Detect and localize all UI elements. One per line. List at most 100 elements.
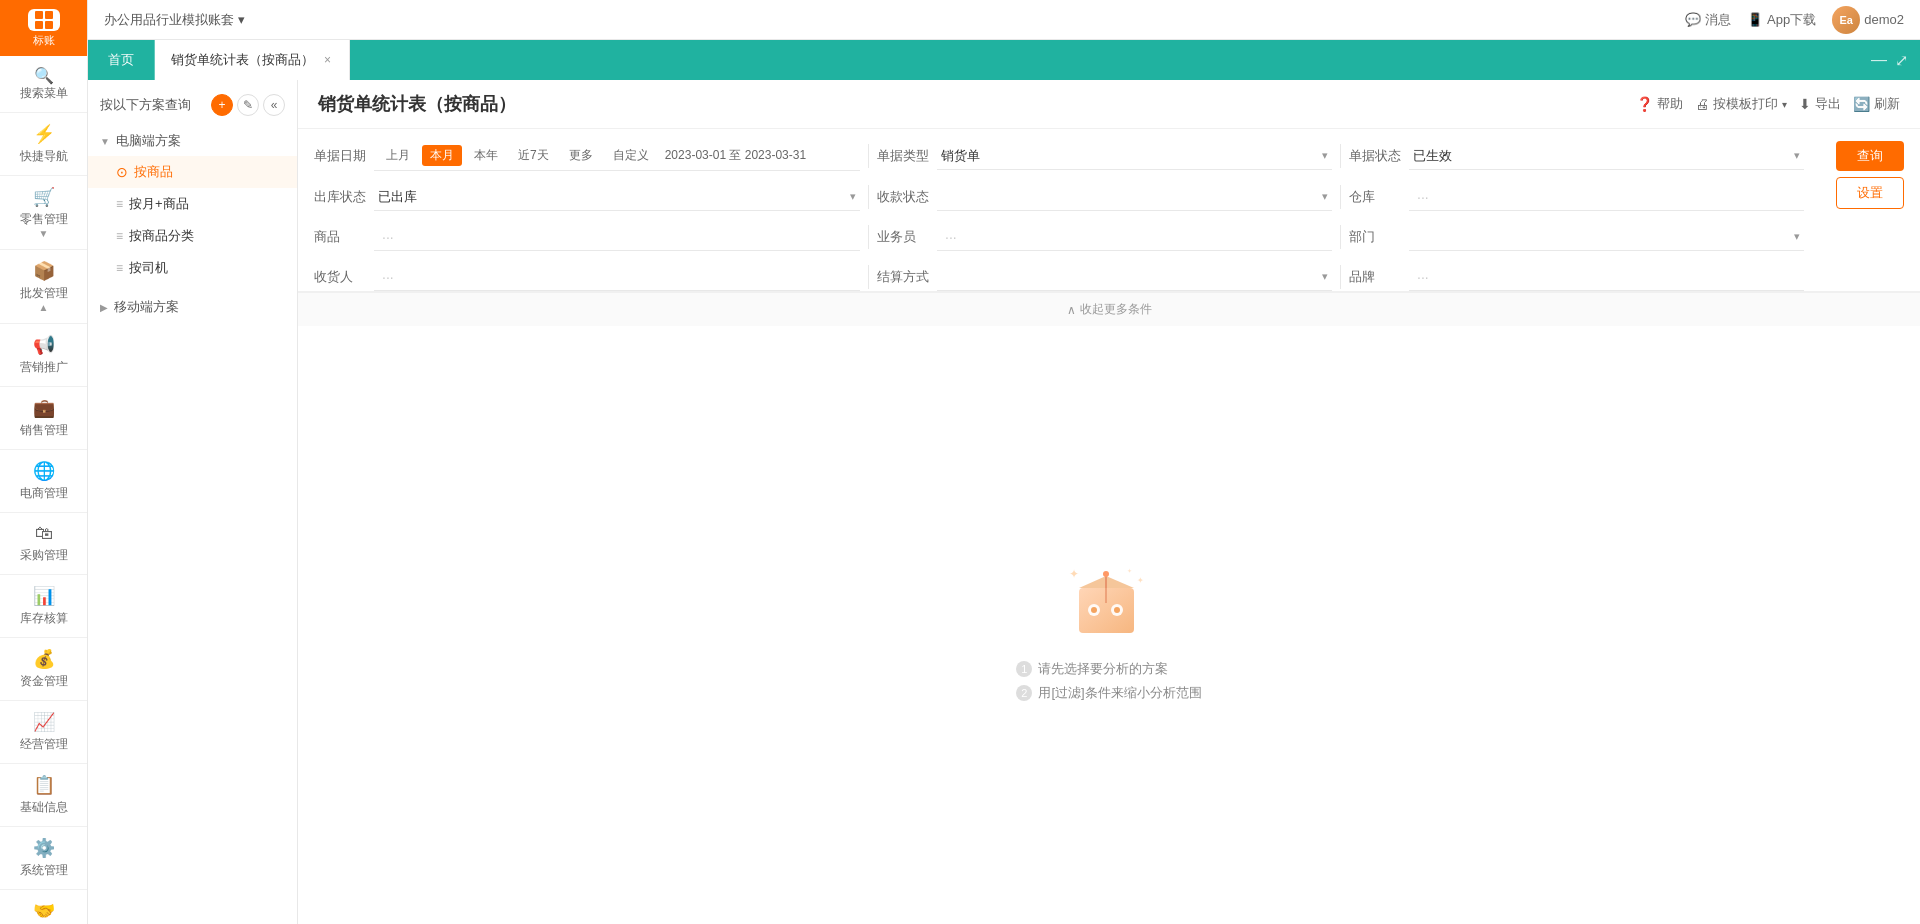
- receiver-dots-icon[interactable]: ···: [382, 269, 394, 285]
- quicknav-icon: ⚡: [33, 123, 55, 145]
- sidebar-item-ecom[interactable]: 🌐 电商管理: [0, 450, 87, 513]
- sidebar-item-operations[interactable]: 📈 经营管理: [0, 701, 87, 764]
- help-btn[interactable]: ❓ 帮助: [1636, 95, 1683, 113]
- doc-status-filter-cell: 单据状态 已生效 ▾: [1349, 142, 1804, 170]
- filter-row-1: 单据日期 上月 本月 本年 近7天 更多 自定义 2023-03-01 至 20…: [314, 141, 1804, 171]
- department-select[interactable]: ▾: [1409, 223, 1804, 251]
- collapse-bar[interactable]: ∧ 收起更多条件: [298, 292, 1920, 326]
- username-label: demo2: [1864, 12, 1904, 27]
- messages-label: 消息: [1705, 11, 1731, 29]
- warehouse-value-field[interactable]: ···: [1409, 183, 1804, 211]
- svg-point-8: [1114, 607, 1120, 613]
- svg-text:✦: ✦: [1069, 567, 1079, 581]
- date-btn-more[interactable]: 更多: [561, 145, 601, 166]
- sidebar-operations-label: 经营管理: [20, 736, 68, 753]
- sidebar-item-basic[interactable]: 📋 基础信息: [0, 764, 87, 827]
- tip-text-1: 请先选择要分析的方案: [1038, 660, 1168, 678]
- brand-value-field[interactable]: ···: [1409, 263, 1804, 291]
- pc-section-arrow-icon: ▼: [100, 136, 110, 147]
- print-chevron-icon: ▾: [1782, 99, 1787, 110]
- export-label: 导出: [1815, 95, 1841, 113]
- brand-label: 品牌: [1349, 268, 1409, 286]
- logo-text: 标账: [33, 33, 55, 48]
- operations-icon: 📈: [33, 711, 55, 733]
- print-label: 按模板打印: [1713, 95, 1778, 113]
- panel-edit-btn[interactable]: ✎: [237, 94, 259, 116]
- sidebar-sales-label: 销售管理: [20, 422, 68, 439]
- tab-fullscreen-btn[interactable]: ⤢: [1895, 51, 1908, 70]
- sidebar-item-system[interactable]: ⚙️ 系统管理: [0, 827, 87, 890]
- template-selector[interactable]: 办公用品行业模拟账套 ▾: [104, 11, 245, 29]
- payment-status-select[interactable]: ▾: [937, 183, 1332, 211]
- export-icon: ⬇: [1799, 96, 1811, 112]
- doc-type-select[interactable]: 销货单 ▾: [937, 142, 1332, 170]
- help-label: 帮助: [1657, 95, 1683, 113]
- date-btn-thismonth[interactable]: 本月: [422, 145, 462, 166]
- settings-button[interactable]: 设置: [1836, 177, 1904, 209]
- sidebar-basic-label: 基础信息: [20, 799, 68, 816]
- date-btn-lastmonth[interactable]: 上月: [378, 145, 418, 166]
- panel-add-btn[interactable]: +: [211, 94, 233, 116]
- wholesale-arrow: ▲: [39, 302, 49, 313]
- tab-current[interactable]: 销货单统计表（按商品） ×: [155, 40, 350, 80]
- sidebar-item-sales[interactable]: 💼 销售管理: [0, 387, 87, 450]
- export-btn[interactable]: ⬇ 导出: [1799, 95, 1841, 113]
- panel-item-by-month-product[interactable]: ≡ 按月+商品: [88, 188, 297, 220]
- panel-item-by-category[interactable]: ≡ 按商品分类: [88, 220, 297, 252]
- panel-item-by-driver[interactable]: ≡ 按司机: [88, 252, 297, 284]
- empty-tip-2: 2 用[过滤]条件来缩小分析范围: [1016, 684, 1201, 702]
- empty-illustration: ✦ ✦ ✦: [1059, 548, 1159, 648]
- mobile-section: ▶ 移动端方案: [88, 288, 297, 326]
- salesperson-label: 业务员: [877, 228, 937, 246]
- product-dots-icon[interactable]: ···: [382, 229, 394, 245]
- messages-btn[interactable]: 💬 消息: [1685, 11, 1731, 29]
- date-btn-thisyear[interactable]: 本年: [466, 145, 506, 166]
- out-status-select[interactable]: 已出库 ▾: [374, 183, 860, 211]
- warehouse-dots-icon[interactable]: ···: [1417, 189, 1429, 205]
- tip-text-2: 用[过滤]条件来缩小分析范围: [1038, 684, 1201, 702]
- sidebar-retail-label: 零售管理: [20, 211, 68, 228]
- sidebar-item-quicknav[interactable]: ⚡ 快捷导航: [0, 113, 87, 176]
- sidebar-item-marketing[interactable]: 📢 营销推广: [0, 324, 87, 387]
- out-status-chevron-icon: ▾: [850, 190, 856, 203]
- query-button[interactable]: 查询: [1836, 141, 1904, 171]
- doc-status-select[interactable]: 已生效 ▾: [1409, 142, 1804, 170]
- mobile-section-title[interactable]: ▶ 移动端方案: [88, 292, 297, 322]
- sidebar-item-purchase[interactable]: 🛍 采购管理: [0, 513, 87, 575]
- panel-collapse-btn[interactable]: «: [263, 94, 285, 116]
- tab-home[interactable]: 首页: [88, 40, 155, 80]
- template-chevron-icon: ▾: [238, 12, 245, 27]
- product-value-field[interactable]: ···: [374, 223, 860, 251]
- marketing-icon: 📢: [33, 334, 55, 356]
- help-icon: ❓: [1636, 96, 1653, 112]
- sidebar-item-enterprise[interactable]: 🤝 企业协同: [0, 890, 87, 924]
- settlement-select[interactable]: ▾: [937, 263, 1332, 291]
- refresh-btn[interactable]: 🔄 刷新: [1853, 95, 1900, 113]
- pc-section-title[interactable]: ▼ 电脑端方案: [88, 126, 297, 156]
- panel-item-by-product[interactable]: ⊙ 按商品: [88, 156, 297, 188]
- sidebar-item-wholesale[interactable]: 📦 批发管理 ▲: [0, 250, 87, 324]
- main-sidebar: 标账 🔍 搜索菜单 ⚡ 快捷导航 🛒 零售管理 ▼ 📦 批发管理 ▲ 📢 营销推…: [0, 0, 88, 924]
- sidebar-item-inventory[interactable]: 📊 库存核算: [0, 575, 87, 638]
- brand-dots-icon[interactable]: ···: [1417, 269, 1429, 285]
- tab-close-icon[interactable]: ×: [322, 51, 333, 69]
- edit-icon: ✎: [243, 98, 253, 112]
- app-download-btn[interactable]: 📱 App下载: [1747, 11, 1816, 29]
- settlement-label: 结算方式: [877, 268, 937, 286]
- date-btn-custom[interactable]: 自定义: [605, 145, 657, 166]
- sidebar-item-finance[interactable]: 💰 资金管理: [0, 638, 87, 701]
- receiver-value-field[interactable]: ···: [374, 263, 860, 291]
- product-label: 商品: [314, 228, 374, 246]
- user-profile-btn[interactable]: Ea demo2: [1832, 6, 1904, 34]
- sidebar-search[interactable]: 🔍 搜索菜单: [0, 56, 87, 113]
- tabbar: 首页 销货单统计表（按商品） × — ⤢: [88, 40, 1920, 80]
- tab-minimize-btn[interactable]: —: [1871, 51, 1887, 69]
- print-btn[interactable]: 🖨 按模板打印 ▾: [1695, 95, 1787, 113]
- sidebar-item-retail[interactable]: 🛒 零售管理 ▼: [0, 176, 87, 250]
- salesperson-value-field[interactable]: ···: [937, 223, 1332, 251]
- collapse-arrow-icon: ∧: [1067, 303, 1076, 317]
- date-btn-7days[interactable]: 近7天: [510, 145, 557, 166]
- doc-type-value: 销货单: [941, 147, 980, 165]
- salesperson-dots-icon[interactable]: ···: [945, 229, 957, 245]
- filter-row-3: 商品 ··· 业务员 ···: [314, 223, 1804, 251]
